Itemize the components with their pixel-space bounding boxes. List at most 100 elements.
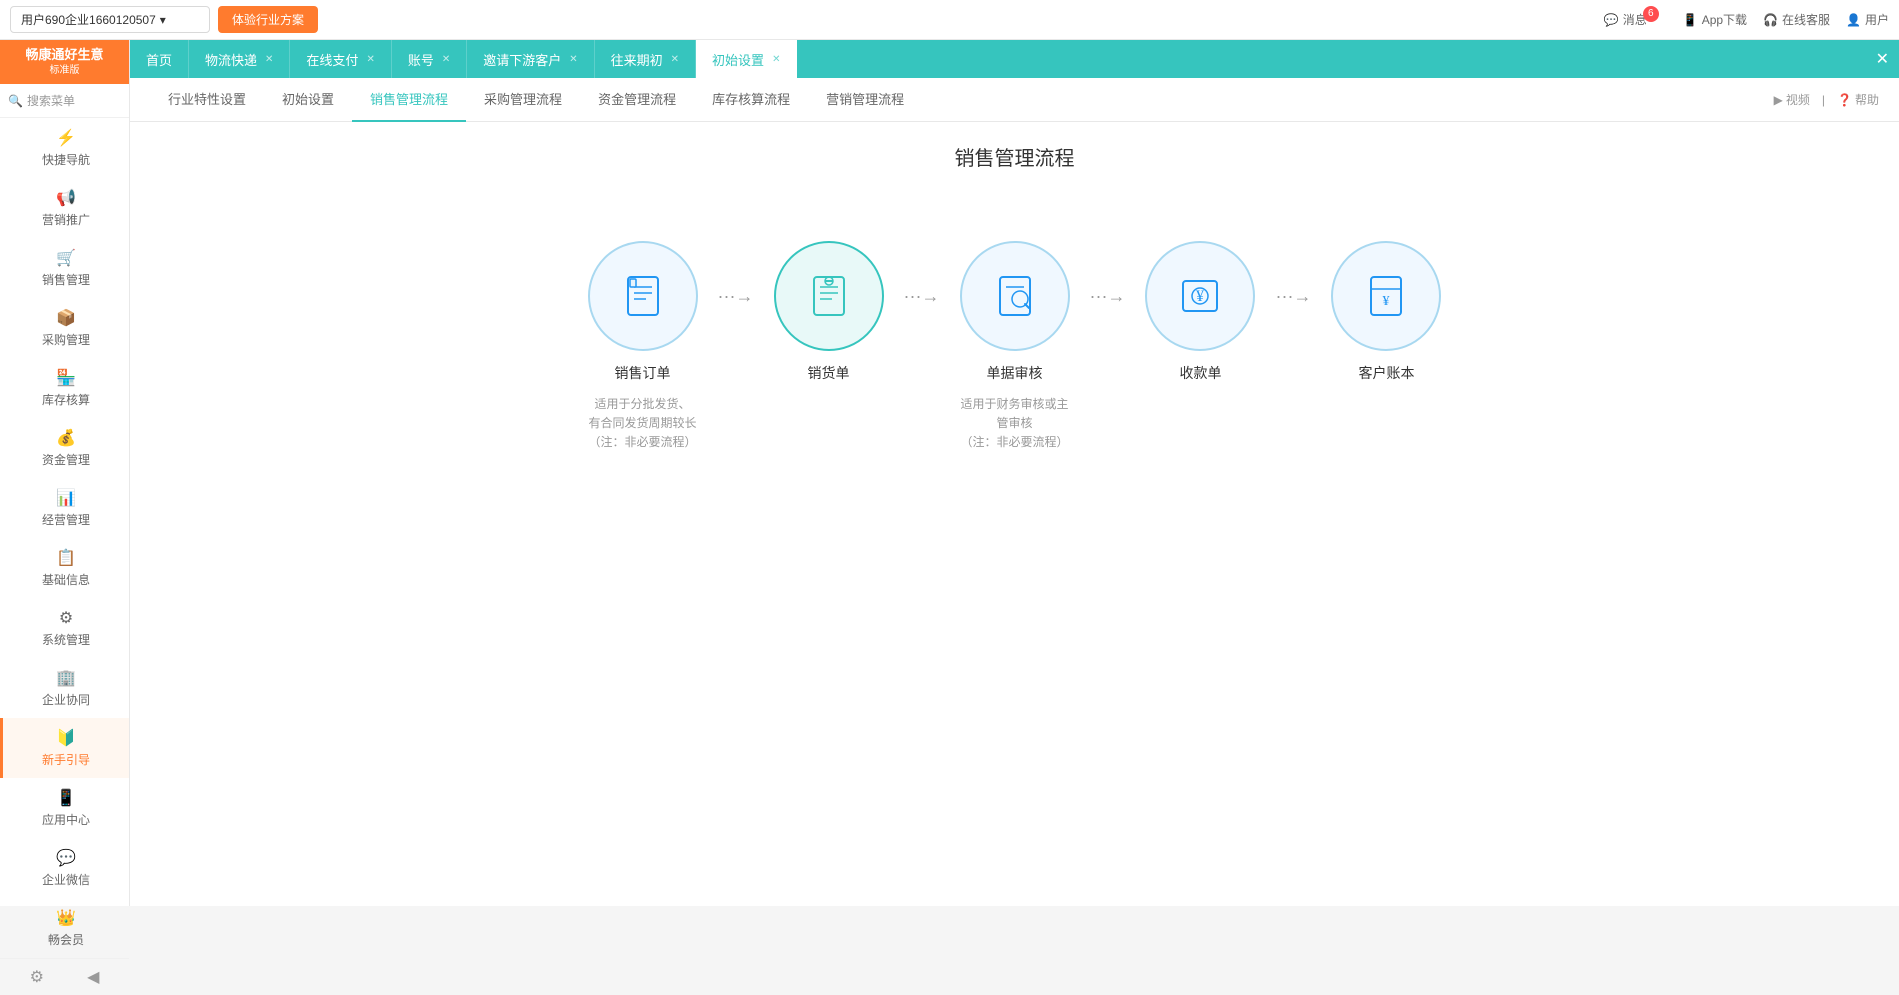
wechat-icon: 💬 xyxy=(56,848,76,868)
sidebar-item-label: 资金管理 xyxy=(42,451,90,468)
nav-close-all-button[interactable]: ✕ xyxy=(1876,49,1889,69)
header-left: 用户690企业1660120507 ▾ 体验行业方案 xyxy=(10,6,318,33)
flow-desc-audit: 适用于财务审核或主管审核（注：非必要流程） xyxy=(960,395,1068,453)
sub-tab-marketing-flow[interactable]: 营销管理流程 xyxy=(808,78,922,122)
tab-invite[interactable]: 邀请下游客户 ✕ xyxy=(467,40,594,78)
settings-bottom-icon[interactable]: ⚙ xyxy=(30,967,44,987)
sub-tab-industry[interactable]: 行业特性设置 xyxy=(150,78,264,122)
sub-tab-sales-flow-label: 销售管理流程 xyxy=(370,89,448,108)
tab-account-label: 账号 xyxy=(408,50,434,69)
sub-tab-purchase-flow[interactable]: 采购管理流程 xyxy=(466,78,580,122)
flow-step-receipt[interactable]: ¥ 收款单 xyxy=(1120,241,1280,395)
sidebar-item-label: 基础信息 xyxy=(42,571,90,588)
message-item[interactable]: 💬 消息 6 xyxy=(1604,11,1667,28)
flow-circle-receipt: ¥ xyxy=(1145,241,1255,351)
tab-payment[interactable]: 在线支付 ✕ xyxy=(290,40,391,78)
sidebar: 畅康通好生意 标准版 🔍 搜索菜单 ⚡ 快捷导航 📢 营销推广 🛒 销售管理 📦… xyxy=(0,40,130,906)
sidebar-item-quick-nav[interactable]: ⚡ 快捷导航 xyxy=(0,118,129,178)
tab-period[interactable]: 往来期初 ✕ xyxy=(595,40,696,78)
tab-account[interactable]: 账号 ✕ xyxy=(392,40,467,78)
flow-name-invoice: 销货单 xyxy=(808,363,850,383)
sub-tab-inventory-calc[interactable]: 库存核算流程 xyxy=(694,78,808,122)
sidebar-item-system[interactable]: ⚙ 系统管理 xyxy=(0,598,129,658)
nav-tabs: 首页 物流快递 ✕ 在线支付 ✕ 账号 ✕ 邀请下游客户 ✕ 往来期初 ✕ xyxy=(130,40,1899,78)
sidebar-search[interactable]: 🔍 搜索菜单 xyxy=(0,84,129,118)
tab-invite-close[interactable]: ✕ xyxy=(569,54,577,65)
sidebar-item-app-center[interactable]: 📱 应用中心 xyxy=(0,778,129,838)
sidebar-item-marketing[interactable]: 📢 营销推广 xyxy=(0,178,129,238)
main-layout: 畅康通好生意 标准版 🔍 搜索菜单 ⚡ 快捷导航 📢 营销推广 🛒 销售管理 📦… xyxy=(0,40,1899,906)
flow-name-receipt: 收款单 xyxy=(1179,363,1221,383)
tab-init-label: 初始设置 xyxy=(712,50,764,69)
message-badge: 6 xyxy=(1643,6,1659,22)
flow-step-audit[interactable]: 单据审核 适用于财务审核或主管审核（注：非必要流程） xyxy=(935,241,1095,453)
svg-text:¥: ¥ xyxy=(1383,294,1390,309)
tab-home[interactable]: 首页 xyxy=(130,40,189,78)
sidebar-item-label: 营销推广 xyxy=(42,211,90,228)
search-label: 搜索菜单 xyxy=(27,92,75,109)
logo-title: 畅康通好生意 xyxy=(25,46,103,64)
svg-text:¥: ¥ xyxy=(1196,288,1204,305)
sub-tab-init-settings[interactable]: 初始设置 xyxy=(264,78,352,122)
sidebar-item-wechat[interactable]: 💬 企业微信 xyxy=(0,838,129,898)
help-link[interactable]: ❓ 帮助 xyxy=(1837,91,1879,108)
system-icon: ⚙ xyxy=(59,608,73,628)
flow-circle-invoice xyxy=(774,241,884,351)
purchase-icon: 📦 xyxy=(56,308,76,328)
user-profile-item[interactable]: 👤 用户 xyxy=(1846,11,1889,28)
video-label: 视频 xyxy=(1786,91,1810,108)
page-title: 销售管理流程 xyxy=(150,142,1879,171)
tab-invite-label: 邀请下游客户 xyxy=(483,50,561,69)
sidebar-item-guide[interactable]: 🔰 新手引导 xyxy=(0,718,129,778)
online-service-label: 在线客服 xyxy=(1782,11,1830,28)
sidebar-item-label: 采购管理 xyxy=(42,331,90,348)
app-download-item[interactable]: 📱 App下载 xyxy=(1683,11,1747,28)
sub-tab-init-settings-label: 初始设置 xyxy=(282,89,334,108)
tab-account-close[interactable]: ✕ xyxy=(442,54,450,65)
sales-icon: 🛒 xyxy=(56,248,76,268)
flow-step-sales-order[interactable]: 销售订单 适用于分批发货、有合同发货周期较长（注：非必要流程） xyxy=(563,241,723,453)
sidebar-item-label: 新手引导 xyxy=(42,751,90,768)
enterprise-icon: 🏢 xyxy=(56,668,76,688)
user-display-name: 用户 xyxy=(1865,11,1889,28)
tab-init[interactable]: 初始设置 ✕ xyxy=(696,40,797,78)
flow-desc-sales-order: 适用于分批发货、有合同发货周期较长（注：非必要流程） xyxy=(589,395,697,453)
sidebar-item-finance[interactable]: 💰 资金管理 xyxy=(0,418,129,478)
tab-logistics-close[interactable]: ✕ xyxy=(265,54,273,65)
guide-icon: 🔰 xyxy=(56,728,76,748)
sidebar-item-purchase[interactable]: 📦 采购管理 xyxy=(0,298,129,358)
online-service-item[interactable]: 🎧 在线客服 xyxy=(1763,11,1830,28)
trial-button[interactable]: 体验行业方案 xyxy=(218,6,318,33)
sidebar-item-member[interactable]: 👑 畅会员 xyxy=(0,898,129,958)
tab-init-close[interactable]: ✕ xyxy=(772,54,780,65)
user-avatar-icon: 👤 xyxy=(1846,13,1861,27)
finance-icon: 💰 xyxy=(56,428,76,448)
tab-payment-close[interactable]: ✕ xyxy=(366,54,374,65)
sidebar-item-enterprise[interactable]: 🏢 企业协同 xyxy=(0,658,129,718)
flow-step-invoice[interactable]: 销货单 xyxy=(749,241,909,395)
sidebar-item-basic[interactable]: 📋 基础信息 xyxy=(0,538,129,598)
logo-sub: 标准版 xyxy=(25,64,103,78)
sidebar-item-sales[interactable]: 🛒 销售管理 xyxy=(0,238,129,298)
video-link[interactable]: ▶ 视频 xyxy=(1774,91,1810,108)
app-center-icon: 📱 xyxy=(56,788,76,808)
sidebar-item-operations[interactable]: 📊 经营管理 xyxy=(0,478,129,538)
flow-step-account-book[interactable]: ¥ 客户账本 xyxy=(1306,241,1466,395)
sub-tab-sales-flow[interactable]: 销售管理流程 xyxy=(352,78,466,122)
tab-period-close[interactable]: ✕ xyxy=(671,54,679,65)
sidebar-item-inventory[interactable]: 🏪 库存核算 xyxy=(0,358,129,418)
marketing-icon: 📢 xyxy=(56,188,76,208)
flow-circle-audit xyxy=(960,241,1070,351)
sub-tab-finance-flow-label: 资金管理流程 xyxy=(598,89,676,108)
sub-tab-right-actions: ▶ 视频 | ❓ 帮助 xyxy=(1774,91,1879,108)
sidebar-item-label: 快捷导航 xyxy=(42,151,90,168)
sidebar-item-label: 销售管理 xyxy=(42,271,90,288)
collapse-icon[interactable]: ◀ xyxy=(87,967,99,987)
basic-icon: 📋 xyxy=(56,548,76,568)
flow-name-account-book: 客户账本 xyxy=(1358,363,1414,383)
tab-logistics[interactable]: 物流快递 ✕ xyxy=(189,40,290,78)
top-header: 用户690企业1660120507 ▾ 体验行业方案 💬 消息 6 📱 App下… xyxy=(0,0,1899,40)
sub-tab-finance-flow[interactable]: 资金管理流程 xyxy=(580,78,694,122)
user-selector[interactable]: 用户690企业1660120507 ▾ xyxy=(10,6,210,33)
tab-home-label: 首页 xyxy=(146,50,172,69)
